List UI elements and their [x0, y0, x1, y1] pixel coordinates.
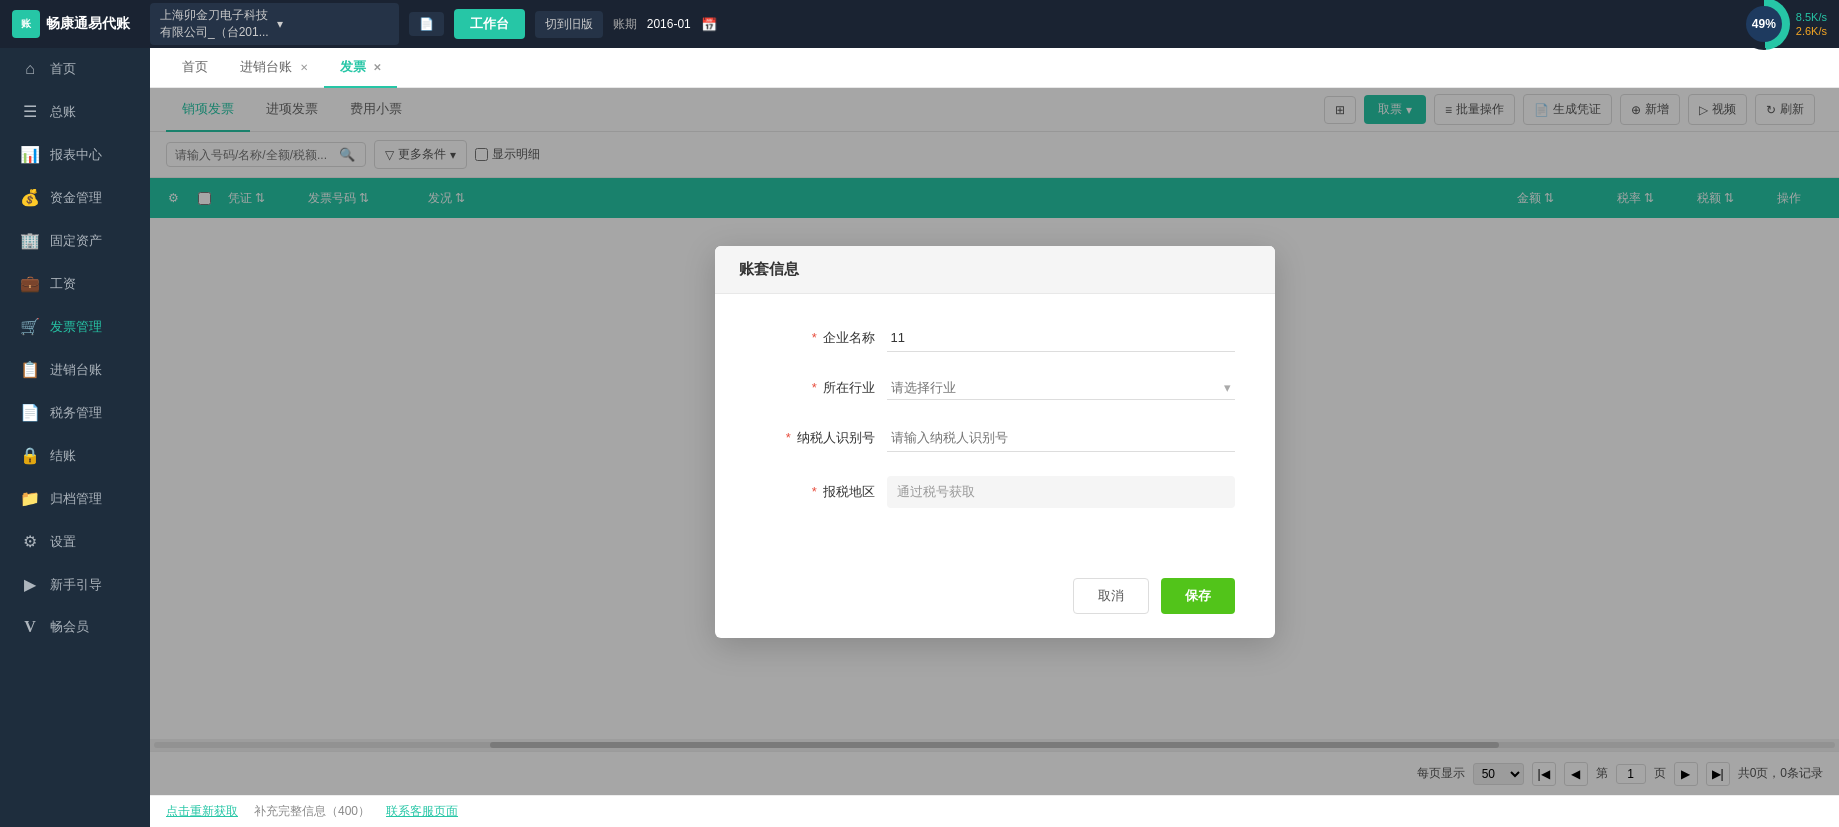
sidebar-label-reports: 报表中心 [50, 146, 102, 164]
sidebar-item-settings[interactable]: ⚙ 设置 [0, 520, 150, 563]
dialog-header: 账套信息 [715, 246, 1275, 294]
bottom-text1[interactable]: 点击重新获取 [166, 803, 238, 820]
sidebar-label-purchase: 进销台账 [50, 361, 102, 379]
industry-row: * 所在行业 ▾ [755, 376, 1235, 400]
sidebar-label-payroll: 工资 [50, 275, 76, 293]
tax-id-label: * 纳税人识别号 [755, 429, 875, 447]
tax-region-row: * 报税地区 通过税号获取 [755, 476, 1235, 508]
company-selector[interactable]: 上海卯金刀电子科技有限公司_（台201... ▾ [150, 3, 399, 45]
company-dropdown-icon: ▾ [277, 17, 388, 31]
tax-id-input[interactable] [887, 424, 1235, 452]
page-content: 销项发票 进项发票 费用小票 ⊞ 取票 ▾ [150, 88, 1839, 795]
reports-icon: 📊 [20, 145, 40, 164]
sidebar-label-ledger: 总账 [50, 103, 76, 121]
dialog-footer: 取消 保存 [715, 562, 1275, 638]
account-info-dialog: 账套信息 * 企业名称 [715, 246, 1275, 638]
cancel-button[interactable]: 取消 [1073, 578, 1149, 614]
modal-overlay: 账套信息 * 企业名称 [150, 88, 1839, 795]
settings-icon: ⚙ [20, 532, 40, 551]
tax-id-row: * 纳税人识别号 [755, 424, 1235, 452]
dialog-body: * 企业名称 * 所在行业 [715, 294, 1275, 562]
archive-icon: 📁 [20, 489, 40, 508]
logo-area: 账 畅康通易代账 [12, 10, 130, 38]
period-value: 2016-01 [647, 17, 691, 31]
workspace-btn[interactable]: 工作台 [454, 9, 525, 39]
top-header: 账 畅康通易代账 上海卯金刀电子科技有限公司_（台201... ▾ 📄 工作台 … [0, 0, 1839, 48]
sidebar-item-ledger[interactable]: ☰ 总账 [0, 90, 150, 133]
speed-down: 2.6K/s [1796, 25, 1827, 37]
closing-icon: 🔒 [20, 446, 40, 465]
guide-icon: ▶ [20, 575, 40, 594]
switch-old-btn[interactable]: 切到旧版 [535, 11, 603, 38]
sidebar-item-guide[interactable]: ▶ 新手引导 [0, 563, 150, 606]
sidebar-label-home: 首页 [50, 60, 76, 78]
bottom-text2: 补充完整信息（400） [254, 803, 370, 820]
company-name-row: * 企业名称 [755, 324, 1235, 352]
speed-up: 8.5K/s [1796, 11, 1827, 23]
sidebar-item-tax[interactable]: 📄 税务管理 [0, 391, 150, 434]
tax-region-disabled: 通过税号获取 [887, 476, 1235, 508]
payroll-icon: 💼 [20, 274, 40, 293]
sidebar-item-home[interactable]: ⌂ 首页 [0, 48, 150, 90]
bottom-info-bar: 点击重新获取 补充完整信息（400） 联系客服页面 [150, 795, 1839, 827]
tab-close-purchase[interactable]: ✕ [300, 62, 308, 73]
tab-home[interactable]: 首页 [166, 48, 224, 88]
tab-close-invoice[interactable]: ✕ [373, 62, 381, 73]
sidebar-item-payroll[interactable]: 💼 工资 [0, 262, 150, 305]
sidebar-item-invoice[interactable]: 🛒 发票管理 [0, 305, 150, 348]
sidebar-label-funds: 资金管理 [50, 189, 102, 207]
assets-icon: 🏢 [20, 231, 40, 250]
purchase-icon: 📋 [20, 360, 40, 379]
company-name-input[interactable] [887, 324, 1235, 352]
tab-purchase[interactable]: 进销台账 ✕ [224, 48, 324, 88]
sidebar: ⌂ 首页 ☰ 总账 📊 报表中心 💰 资金管理 🏢 固定资产 💼 工资 🛒 发票… [0, 48, 150, 827]
sidebar-item-purchase[interactable]: 📋 进销台账 [0, 348, 150, 391]
dialog-title: 账套信息 [739, 260, 799, 277]
speed-info: 8.5K/s 2.6K/s [1796, 11, 1827, 37]
tax-icon: 📄 [20, 403, 40, 422]
company-name: 上海卯金刀电子科技有限公司_（台201... [160, 7, 271, 41]
save-button[interactable]: 保存 [1161, 578, 1235, 614]
speed-circle: 49% [1738, 0, 1790, 50]
sidebar-item-archive[interactable]: 📁 归档管理 [0, 477, 150, 520]
sidebar-item-funds[interactable]: 💰 资金管理 [0, 176, 150, 219]
sidebar-item-closing[interactable]: 🔒 结账 [0, 434, 150, 477]
company-name-label: * 企业名称 [755, 329, 875, 347]
sidebar-label-closing: 结账 [50, 447, 76, 465]
sidebar-label-archive: 归档管理 [50, 490, 102, 508]
sidebar-label-settings: 设置 [50, 533, 76, 551]
industry-dropdown-icon[interactable]: ▾ [1224, 380, 1231, 395]
home-icon: ⌂ [20, 60, 40, 78]
period-label: 账期 [613, 16, 637, 33]
sidebar-item-vip[interactable]: V 畅会员 [0, 606, 150, 648]
tab-invoice[interactable]: 发票 ✕ [324, 48, 398, 88]
sidebar-item-reports[interactable]: 📊 报表中心 [0, 133, 150, 176]
industry-input[interactable] [891, 380, 1224, 395]
sidebar-label-guide: 新手引导 [50, 576, 102, 594]
sidebar-label-assets: 固定资产 [50, 232, 102, 250]
ledger-icon: ☰ [20, 102, 40, 121]
invoice-icon: 🛒 [20, 317, 40, 336]
industry-select-wrap[interactable]: ▾ [887, 376, 1235, 400]
vip-icon: V [20, 618, 40, 636]
tax-region-label: * 报税地区 [755, 483, 875, 501]
funds-icon: 💰 [20, 188, 40, 207]
calendar-icon[interactable]: 📅 [701, 17, 717, 32]
app-title: 畅康通易代账 [46, 15, 130, 33]
speed-percent: 49% [1746, 6, 1782, 42]
sidebar-label-tax: 税务管理 [50, 404, 102, 422]
bottom-text3[interactable]: 联系客服页面 [386, 803, 458, 820]
document-btn[interactable]: 📄 [409, 12, 444, 36]
sidebar-label-vip: 畅会员 [50, 618, 89, 636]
content-area: 首页 进销台账 ✕ 发票 ✕ 销项发票 进项发票 [150, 48, 1839, 827]
sidebar-item-assets[interactable]: 🏢 固定资产 [0, 219, 150, 262]
logo-icon: 账 [12, 10, 40, 38]
tab-bar: 首页 进销台账 ✕ 发票 ✕ [150, 48, 1839, 88]
sidebar-label-invoice: 发票管理 [50, 318, 102, 336]
industry-label: * 所在行业 [755, 379, 875, 397]
